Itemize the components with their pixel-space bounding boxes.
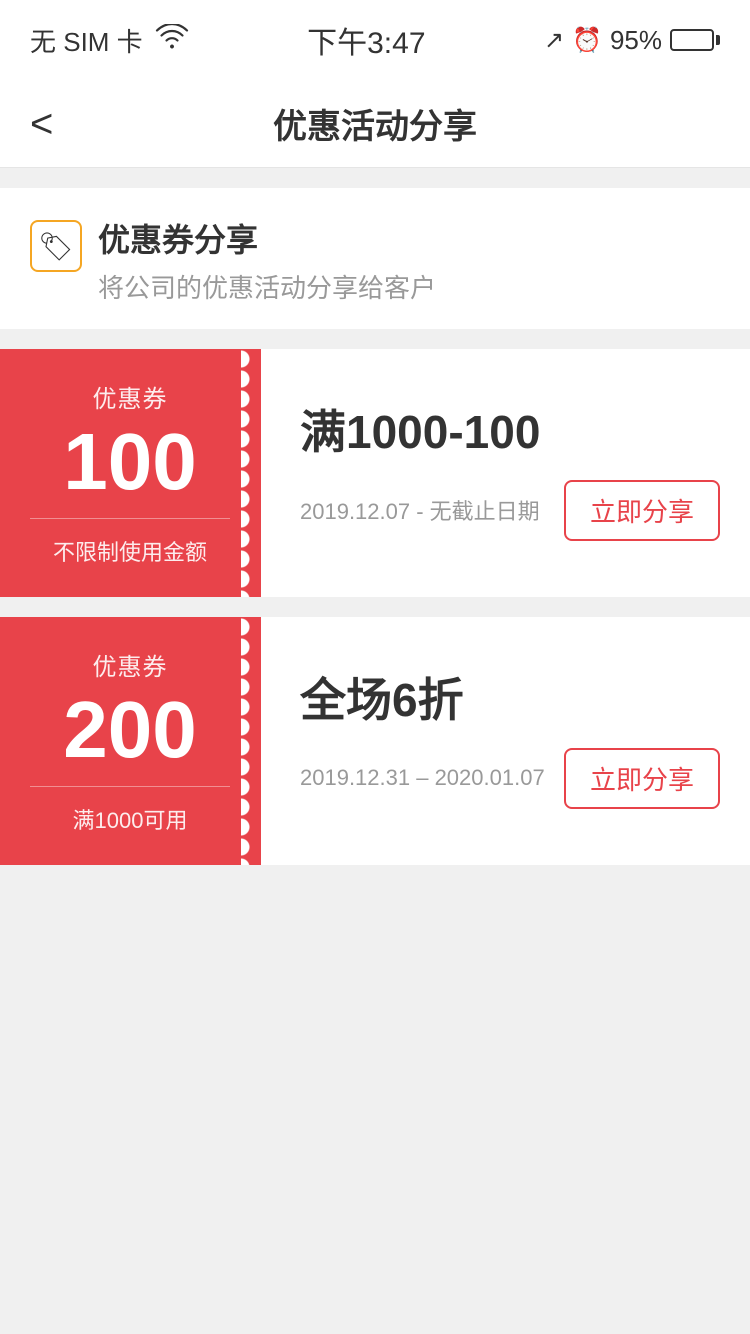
coupon-right-2: 全场6折 2019.12.31 – 2020.01.07 立即分享 xyxy=(260,617,750,865)
section-title: 优惠券分享 xyxy=(98,220,436,262)
coupon-share-button-1[interactable]: 立即分享 xyxy=(564,480,720,541)
alarm-icon: ⏰ xyxy=(572,26,602,55)
coupon-amount-2: 200 xyxy=(63,690,196,770)
coupon-label-2: 优惠券 xyxy=(93,647,168,682)
coupon-condition-2: 满1000可用 xyxy=(73,803,188,835)
coupon-label-1: 优惠券 xyxy=(93,379,168,414)
coupon-amount-1: 100 xyxy=(63,422,196,502)
section-header: 🏷 优惠券分享 将公司的优惠活动分享给客户 xyxy=(0,188,750,329)
status-left: 无 SIM 卡 xyxy=(30,22,189,59)
coupon-left-2: 优惠券 200 满1000可用 xyxy=(0,617,260,865)
coupon-name-2: 全场6折 xyxy=(300,673,720,728)
section-subtitle: 将公司的优惠活动分享给客户 xyxy=(98,268,436,305)
carrier-text: 无 SIM 卡 xyxy=(30,22,143,59)
battery-icon xyxy=(670,29,720,51)
status-bar: 无 SIM 卡 下午3:47 ↗ ⏰ 95% xyxy=(0,0,750,80)
coupon-divider-2 xyxy=(30,786,230,787)
coupon-date-2: 2019.12.31 – 2020.01.07 xyxy=(300,765,545,791)
time-display: 下午3:47 xyxy=(307,18,425,62)
section-text: 优惠券分享 将公司的优惠活动分享给客户 xyxy=(98,220,436,305)
coupon-condition-1: 不限制使用金额 xyxy=(53,535,207,567)
status-right: ↗ ⏰ 95% xyxy=(544,25,720,56)
nav-bar: < 优惠活动分享 xyxy=(0,80,750,168)
battery-percent: 95% xyxy=(610,25,662,56)
coupon-divider-1 xyxy=(30,518,230,519)
page-title: 优惠活动分享 xyxy=(273,99,477,148)
coupon-left-1: 优惠券 100 不限制使用金额 xyxy=(0,349,260,597)
coupon-card-2: 优惠券 200 满1000可用 全场6折 2019.12.31 – 2020.0… xyxy=(0,617,750,865)
coupon-bottom-row-2: 2019.12.31 – 2020.01.07 立即分享 xyxy=(300,748,720,809)
coupon-bottom-row-1: 2019.12.07 - 无截止日期 立即分享 xyxy=(300,480,720,541)
coupon-card-1: 优惠券 100 不限制使用金额 满1000-100 2019.12.07 - 无… xyxy=(0,349,750,597)
location-icon: ↗ xyxy=(544,26,564,55)
back-button[interactable]: < xyxy=(30,104,53,144)
coupon-right-1: 满1000-100 2019.12.07 - 无截止日期 立即分享 xyxy=(260,349,750,597)
section-icon: 🏷 xyxy=(30,220,82,272)
coupon-date-1: 2019.12.07 - 无截止日期 xyxy=(300,494,540,526)
coupon-share-button-2[interactable]: 立即分享 xyxy=(564,748,720,809)
wifi-icon xyxy=(155,24,189,57)
coupon-name-1: 满1000-100 xyxy=(300,405,720,460)
coupon-list: 优惠券 100 不限制使用金额 满1000-100 2019.12.07 - 无… xyxy=(0,349,750,865)
section-emoji: 🏷 xyxy=(38,230,74,263)
